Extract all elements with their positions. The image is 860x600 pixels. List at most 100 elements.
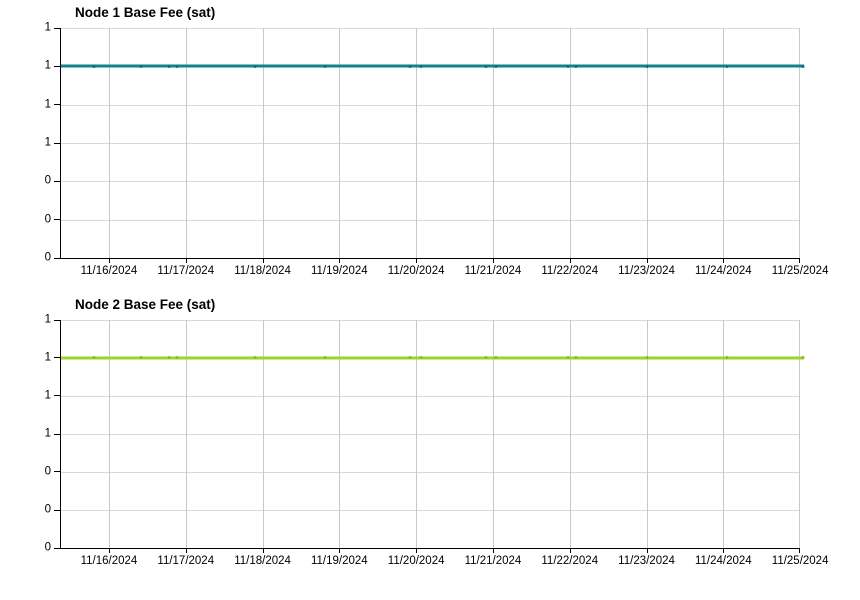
chart-title: Node 2 Base Fee (sat) [75, 297, 216, 312]
base-fee-dashboard: Node 1 Base Fee (sat) 1 1 1 1 0 0 0 11/16/2024 1… [0, 0, 860, 600]
vertical-gridline [646, 28, 648, 258]
data-point-marker [484, 356, 488, 360]
y-axis-tick [54, 319, 60, 321]
x-tick-label: 11/17/2024 [157, 555, 215, 567]
y-axis-tick [54, 257, 60, 259]
x-axis-tick [262, 548, 264, 553]
horizontal-gridline [61, 395, 800, 397]
data-point-marker [419, 356, 423, 360]
vertical-gridline [569, 28, 571, 258]
horizontal-gridline [61, 104, 800, 106]
data-point-marker [175, 64, 179, 68]
x-axis-tick [646, 258, 648, 263]
chart-node1-base-fee: Node 1 Base Fee (sat) 1 1 1 1 0 0 0 11/16/2024 1… [0, 0, 860, 290]
vertical-gridline [185, 28, 187, 258]
data-point-marker [574, 356, 578, 360]
y-axis-tick [54, 219, 60, 221]
vertical-gridline [108, 320, 110, 548]
y-tick-label: 1 [44, 427, 51, 440]
data-point-marker [408, 64, 412, 68]
y-axis-tick [54, 471, 60, 473]
vertical-gridline [339, 320, 341, 548]
chart-node2-base-fee: Node 2 Base Fee (sat) 1 1 1 1 0 0 0 11/16/2024 1… [0, 292, 860, 592]
x-axis-tick [492, 258, 494, 263]
y-tick-label: 1 [44, 313, 51, 326]
vertical-gridline [799, 28, 800, 258]
x-axis-tick [492, 548, 494, 553]
x-tick-label: 11/22/2024 [541, 265, 599, 277]
y-tick-label: 0 [44, 212, 51, 225]
x-tick-label: 11/18/2024 [234, 265, 291, 277]
plot-area: 1 1 1 1 0 0 0 11/16/2024 11/17/2024 11/18/2024 11/… [45, 314, 829, 567]
y-tick-label: 0 [44, 503, 51, 516]
vertical-gridline [262, 320, 264, 548]
y-axis-tick [54, 27, 60, 29]
x-tick-label: 11/21/2024 [464, 265, 522, 277]
series-line [61, 356, 805, 360]
x-axis-tick [416, 258, 418, 263]
x-tick-label: 11/22/2024 [541, 555, 599, 567]
y-tick-label: 1 [44, 389, 51, 402]
y-axis-tick [54, 180, 60, 182]
series-line [61, 64, 805, 68]
y-axis-tick [54, 65, 60, 67]
x-axis-tick [646, 548, 648, 553]
vertical-gridline [339, 28, 341, 258]
data-point-marker [801, 64, 805, 68]
data-point-marker [253, 356, 257, 360]
y-axis-tick [54, 433, 60, 435]
vertical-gridline [108, 28, 110, 258]
data-point-marker [801, 356, 805, 360]
x-tick-label: 11/17/2024 [157, 265, 215, 277]
vertical-gridline [185, 320, 187, 548]
x-tick-label: 11/25/2024 [771, 265, 829, 277]
x-axis-tick [339, 258, 341, 263]
data-point-marker [645, 64, 649, 68]
data-point-marker [92, 64, 96, 68]
vertical-gridline [723, 28, 725, 258]
data-point-marker [419, 64, 423, 68]
x-tick-label: 11/18/2024 [234, 555, 291, 567]
x-axis-tick [262, 258, 264, 263]
data-point-marker [139, 64, 143, 68]
y-tick-label: 1 [44, 21, 51, 34]
x-tick-label: 11/24/2024 [694, 265, 752, 277]
data-point-marker [323, 64, 327, 68]
x-axis-tick [339, 548, 341, 553]
data-point-marker [494, 356, 498, 360]
x-tick-label: 11/20/2024 [387, 265, 445, 277]
x-axis-tick [799, 548, 800, 553]
y-axis-tick [54, 357, 60, 359]
horizontal-gridline [61, 143, 800, 144]
data-point-marker [139, 356, 143, 360]
vertical-gridline [723, 320, 725, 548]
data-point-marker [175, 356, 179, 360]
x-axis-tick [108, 548, 110, 553]
data-point-marker [645, 356, 649, 360]
vertical-gridline [416, 28, 418, 258]
horizontal-gridline [61, 219, 800, 221]
data-point-marker [566, 356, 570, 360]
x-axis-tick [569, 548, 571, 553]
x-axis-tick [416, 548, 418, 553]
data-point-marker [253, 64, 257, 68]
x-tick-label: 11/25/2024 [771, 555, 829, 567]
y-tick-label: 0 [44, 251, 51, 264]
x-tick-label: 11/20/2024 [387, 555, 445, 567]
y-tick-label: 0 [44, 465, 51, 478]
data-point-marker [323, 356, 327, 360]
vertical-gridline [492, 320, 494, 548]
y-axis-tick [54, 547, 60, 549]
horizontal-gridline [61, 471, 800, 473]
x-tick-label: 11/16/2024 [80, 555, 138, 567]
vertical-gridline [492, 28, 494, 258]
data-point-marker [725, 64, 729, 68]
x-axis-tick [723, 548, 725, 553]
y-tick-label: 1 [44, 59, 51, 72]
chart-title: Node 1 Base Fee (sat) [75, 5, 216, 20]
vertical-gridline [262, 28, 264, 258]
x-axis-tick [799, 258, 800, 263]
x-tick-label: 11/16/2024 [80, 265, 138, 277]
data-point-marker [494, 64, 498, 68]
data-point-marker [167, 64, 171, 68]
